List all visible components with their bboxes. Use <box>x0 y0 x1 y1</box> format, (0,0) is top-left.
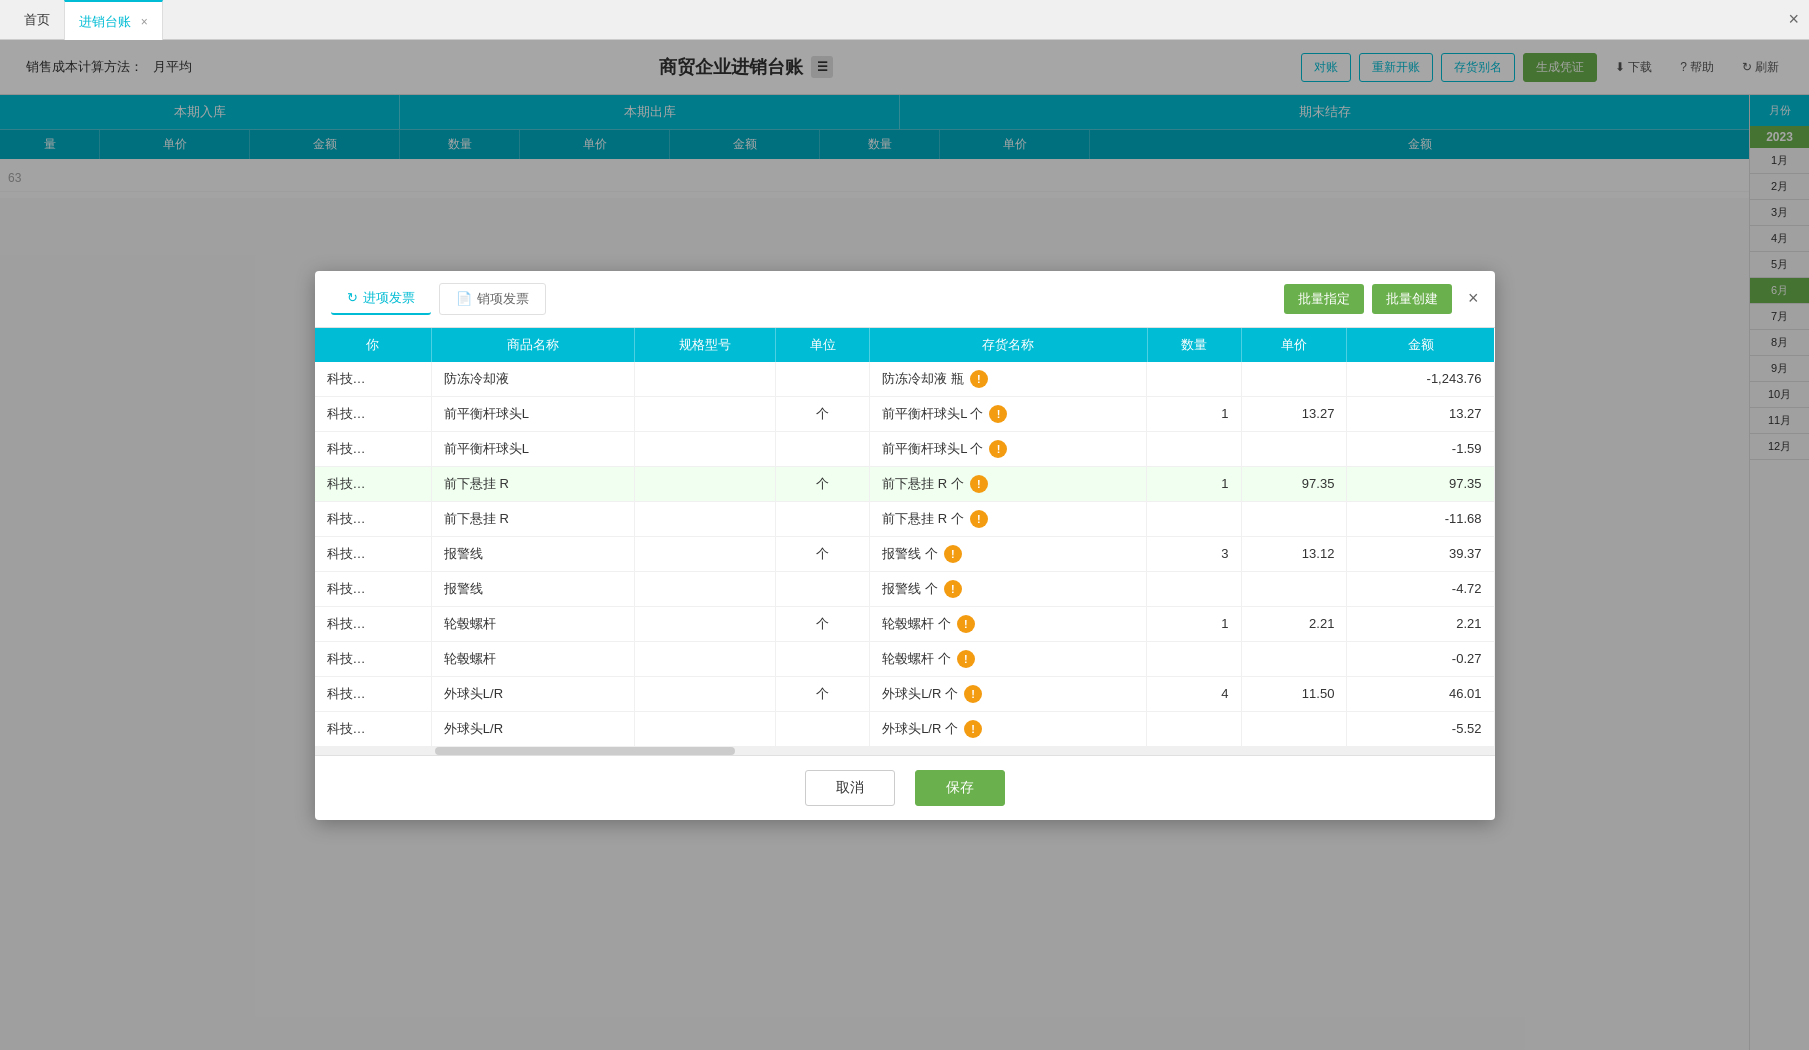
modal-table: 你 商品名称 规格型号 单位 存货名称 数量 单价 金额 科技…防冻冷却液防冻冷… <box>315 328 1495 747</box>
warning-icon[interactable]: ! <box>957 615 975 633</box>
col-qty: 数量 <box>1147 328 1241 362</box>
save-button[interactable]: 保存 <box>915 770 1005 806</box>
warning-icon[interactable]: ! <box>944 545 962 563</box>
warning-icon[interactable]: ! <box>970 475 988 493</box>
warning-icon[interactable]: ! <box>970 510 988 528</box>
app-close-button[interactable]: × <box>1788 9 1799 30</box>
warning-icon[interactable]: ! <box>989 405 1007 423</box>
tab-ledger[interactable]: 进销台账 × <box>64 0 163 40</box>
col-amount: 金额 <box>1347 328 1494 362</box>
batch-create-button[interactable]: 批量创建 <box>1372 284 1452 314</box>
main-content: 销售成本计算方法： 月平均 商贸企业进销台账 ☰ 对账 重新开账 存货别名 生成… <box>0 40 1809 1050</box>
col-company: 你 <box>315 328 432 362</box>
table-row: 科技…外球头L/R外球头L/R 个!-5.52 <box>315 711 1495 746</box>
col-stock-name: 存货名称 <box>870 328 1148 362</box>
table-row: 科技…防冻冷却液防冻冷却液 瓶!-1,243.76 <box>315 362 1495 397</box>
warning-icon[interactable]: ! <box>964 685 982 703</box>
modal-header: ↻ 进项发票 📄 销项发票 批量指定 批量创建 × <box>315 271 1495 328</box>
modal-close-button[interactable]: × <box>1468 288 1479 309</box>
tab-invoice-in[interactable]: ↻ 进项发票 <box>331 283 431 315</box>
modal-backdrop: ↻ 进项发票 📄 销项发票 批量指定 批量创建 × 你 <box>0 40 1809 1050</box>
table-row: 科技…报警线报警线 个!-4.72 <box>315 571 1495 606</box>
invoice-out-icon: 📄 <box>456 291 472 306</box>
modal-header-buttons: 批量指定 批量创建 <box>1284 284 1452 314</box>
table-row: 科技…轮毂螺杆轮毂螺杆 个!-0.27 <box>315 641 1495 676</box>
col-price: 单价 <box>1241 328 1347 362</box>
table-row: 科技…前平衡杆球头L个前平衡杆球头L 个!113.2713.27 <box>315 396 1495 431</box>
tab-invoice-out[interactable]: 📄 销项发票 <box>439 283 546 315</box>
invoice-in-icon: ↻ <box>347 290 358 305</box>
modal-scroll-bar[interactable] <box>315 747 1495 755</box>
table-row: 科技…前平衡杆球头L前平衡杆球头L 个!-1.59 <box>315 431 1495 466</box>
modal-dialog: ↻ 进项发票 📄 销项发票 批量指定 批量创建 × 你 <box>315 271 1495 820</box>
col-spec: 规格型号 <box>634 328 776 362</box>
col-unit: 单位 <box>776 328 870 362</box>
table-row: 科技…前下悬挂 R前下悬挂 R 个!-11.68 <box>315 501 1495 536</box>
cancel-button[interactable]: 取消 <box>805 770 895 806</box>
table-row: 科技…轮毂螺杆个轮毂螺杆 个!12.212.21 <box>315 606 1495 641</box>
modal-table-wrap: 你 商品名称 规格型号 单位 存货名称 数量 单价 金额 科技…防冻冷却液防冻冷… <box>315 328 1495 747</box>
warning-icon[interactable]: ! <box>970 370 988 388</box>
modal-footer: 取消 保存 <box>315 755 1495 820</box>
warning-icon[interactable]: ! <box>944 580 962 598</box>
tab-close-icon[interactable]: × <box>141 15 148 29</box>
table-row: 科技…前下悬挂 R个前下悬挂 R 个!197.3597.35 <box>315 466 1495 501</box>
tab-bar: 首页 进销台账 × × <box>0 0 1809 40</box>
modal-scroll-thumb[interactable] <box>435 747 735 755</box>
batch-assign-button[interactable]: 批量指定 <box>1284 284 1364 314</box>
warning-icon[interactable]: ! <box>964 720 982 738</box>
col-product-name: 商品名称 <box>431 328 634 362</box>
warning-icon[interactable]: ! <box>989 440 1007 458</box>
table-row: 科技…外球头L/R个外球头L/R 个!411.5046.01 <box>315 676 1495 711</box>
warning-icon[interactable]: ! <box>957 650 975 668</box>
table-row: 科技…报警线个报警线 个!313.1239.37 <box>315 536 1495 571</box>
tab-home[interactable]: 首页 <box>10 0 64 40</box>
